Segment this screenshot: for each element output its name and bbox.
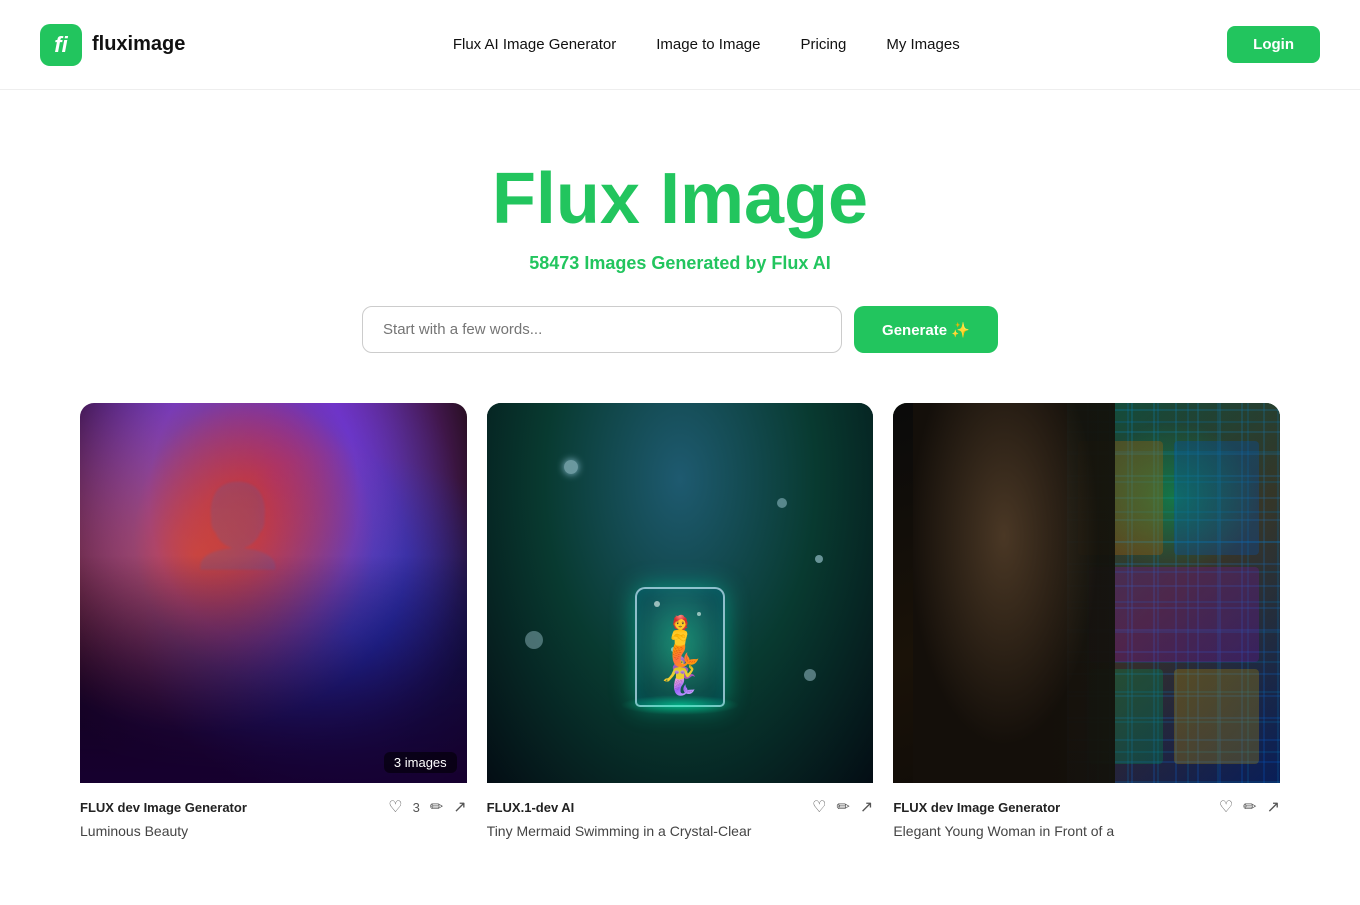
inner-bubble-1 xyxy=(654,601,660,607)
card-2-generator: FLUX.1-dev AI xyxy=(487,800,575,815)
navbar: fi fluximage Flux AI Image Generator Ima… xyxy=(0,0,1360,90)
card-3-image-wrap xyxy=(893,403,1280,783)
card-2-share-icon[interactable] xyxy=(860,797,873,817)
hero-subtitle: 58473 Images Generated by Flux AI xyxy=(20,253,1340,274)
nav-links: Flux AI Image Generator Image to Image P… xyxy=(453,36,960,53)
card-3-meta: FLUX dev Image Generator xyxy=(893,797,1280,817)
card-3-title: Elegant Young Woman in Front of a xyxy=(893,823,1280,839)
search-row: Generate ✨ xyxy=(20,306,1340,353)
card-3-share-icon[interactable] xyxy=(1267,797,1280,817)
bubble-4 xyxy=(804,669,816,681)
card-3-footer: FLUX dev Image Generator Elegant Young W… xyxy=(893,783,1280,845)
card-1-like-icon[interactable] xyxy=(388,797,402,817)
card-2-edit-icon[interactable] xyxy=(837,797,850,817)
card-2-like-icon[interactable] xyxy=(812,797,826,817)
gallery: 👤 3 images FLUX dev Image Generator 3 Lu… xyxy=(0,403,1360,905)
card-2-image: 🧜‍♀️ xyxy=(487,403,874,783)
card-2-footer: FLUX.1-dev AI Tiny Mermaid Swimming in a… xyxy=(487,783,874,845)
card-3-like-icon[interactable] xyxy=(1219,797,1233,817)
logo-name: fluximage xyxy=(92,33,185,56)
logo-link[interactable]: fi fluximage xyxy=(40,24,185,66)
card-3-image xyxy=(893,403,1280,783)
card-1-generator: FLUX dev Image Generator xyxy=(80,800,247,815)
gallery-card-2: 🧜‍♀️ FLUX.1-dev AI Tiny Mermaid Swimming… xyxy=(487,403,874,845)
card-1-title: Luminous Beauty xyxy=(80,823,467,839)
nav-pricing[interactable]: Pricing xyxy=(800,36,846,53)
card-1-actions: 3 xyxy=(388,797,466,817)
card-2-meta: FLUX.1-dev AI xyxy=(487,797,874,817)
card-1-badge: 3 images xyxy=(384,752,457,773)
card-3-generator: FLUX dev Image Generator xyxy=(893,800,1060,815)
logo-icon: fi xyxy=(40,24,82,66)
nav-my-images[interactable]: My Images xyxy=(886,36,959,53)
hero-count: 58473 xyxy=(529,253,579,273)
card-2-glass-body: 🧜‍♀️ xyxy=(635,587,725,707)
card-2-image-wrap: 🧜‍♀️ xyxy=(487,403,874,783)
card-2-glow xyxy=(620,695,740,715)
card-1-like-count: 3 xyxy=(413,800,420,815)
card-1-edit-icon[interactable] xyxy=(430,797,443,817)
inner-bubble-3 xyxy=(671,647,676,652)
mermaid-emoji: 🧜‍♀️ xyxy=(658,655,703,697)
card-1-share-icon[interactable] xyxy=(453,797,466,817)
card-2-title: Tiny Mermaid Swimming in a Crystal-Clear xyxy=(487,823,874,839)
card-1-footer: FLUX dev Image Generator 3 Luminous Beau… xyxy=(80,783,467,845)
login-button[interactable]: Login xyxy=(1227,26,1320,63)
card-2-glass: 🧜‍♀️ xyxy=(635,587,725,707)
nav-flux-ai[interactable]: Flux AI Image Generator xyxy=(453,36,616,53)
card-3-edit-icon[interactable] xyxy=(1243,797,1256,817)
search-input[interactable] xyxy=(362,306,842,353)
gallery-card-1: 👤 3 images FLUX dev Image Generator 3 Lu… xyxy=(80,403,467,845)
gallery-card-3: FLUX dev Image Generator Elegant Young W… xyxy=(893,403,1280,845)
card-2-actions xyxy=(812,797,873,817)
card-1-image-wrap: 👤 3 images xyxy=(80,403,467,783)
inner-bubble-2 xyxy=(697,612,701,616)
card-3-actions xyxy=(1219,797,1280,817)
generate-button[interactable]: Generate ✨ xyxy=(854,306,998,353)
bubble-2 xyxy=(777,498,787,508)
hero-section: Flux Image 58473 Images Generated by Flu… xyxy=(0,90,1360,403)
card-1-image: 👤 xyxy=(80,403,467,783)
nav-img2img[interactable]: Image to Image xyxy=(656,36,760,53)
card-1-person-icon: 👤 xyxy=(188,479,288,573)
card-1-meta: FLUX dev Image Generator 3 xyxy=(80,797,467,817)
hero-title: Flux Image xyxy=(20,160,1340,239)
card-3-light xyxy=(893,403,1280,783)
card-1-overlay xyxy=(80,403,467,783)
